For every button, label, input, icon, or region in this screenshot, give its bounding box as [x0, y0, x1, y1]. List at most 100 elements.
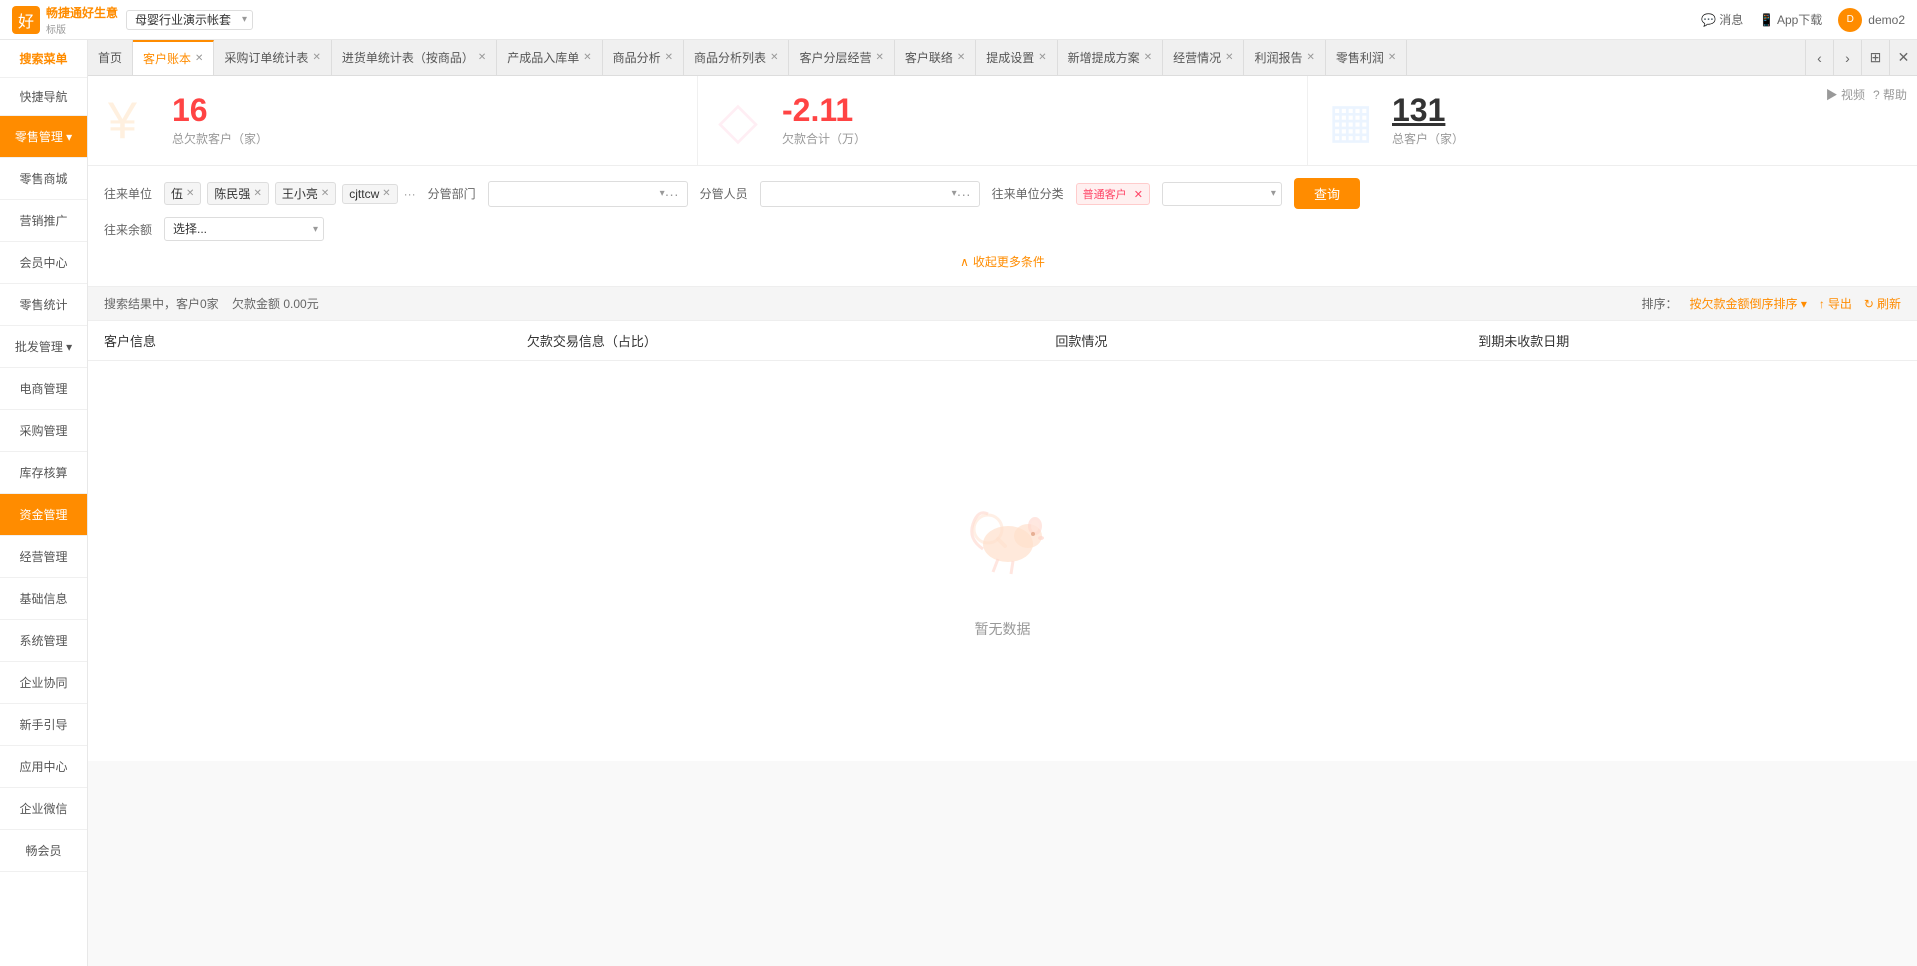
category-select[interactable] [1162, 182, 1282, 206]
sidebar-item-finance[interactable]: 资金管理 [0, 494, 87, 536]
tab-product-analysis-close[interactable]: ✕ [665, 52, 673, 63]
filter-row-1: 往来单位 伍 ✕ 陈民强 ✕ 王小亮 ✕ [104, 178, 1901, 209]
industry-selector[interactable]: 母婴行业演示帐套 [126, 10, 253, 30]
help-btn[interactable]: ? 帮助 [1873, 86, 1907, 103]
tab-product-entry[interactable]: 产成品入库单 ✕ [497, 40, 602, 76]
results-bar: 搜索结果中，客户0家 欠款金额 0.00元 排序： 按欠款金额倒序排序 ▾ ↑ … [88, 287, 1917, 321]
tab-add-promotion[interactable]: 新增提成方案 ✕ [1058, 40, 1163, 76]
sidebar-item-enterprise[interactable]: 企业协同 [0, 662, 87, 704]
tab-promotion-settings-close[interactable]: ✕ [1038, 52, 1046, 63]
tab-customer-contact-close[interactable]: ✕ [957, 52, 965, 63]
sidebar-item-app-center[interactable]: 应用中心 [0, 746, 87, 788]
tab-retail-profit[interactable]: 零售利润 ✕ [1326, 40, 1407, 76]
tab-purchase-stats-product[interactable]: 进货单统计表（按商品） ✕ [332, 40, 497, 76]
tab-purchase-order-stats-close[interactable]: ✕ [312, 52, 320, 63]
results-summary: 搜索结果中，客户0家 欠款金额 0.00元 [104, 295, 319, 312]
tab-operations-close[interactable]: ✕ [1225, 52, 1233, 63]
collapse-btn[interactable]: ∧ 收起更多条件 [104, 249, 1901, 274]
tab-customer-segment-close[interactable]: ✕ [875, 52, 883, 63]
tab-add-promotion-close[interactable]: ✕ [1144, 52, 1152, 63]
sidebar-item-marketing[interactable]: 营销推广 [0, 200, 87, 242]
filter-tag-wang-close[interactable]: ✕ [321, 188, 329, 199]
sidebar-item-member-center[interactable]: 会员中心 [0, 242, 87, 284]
tab-accounts-close[interactable]: ✕ [195, 53, 203, 64]
category-select-wrapper[interactable] [1162, 182, 1282, 206]
sidebar-item-basic-info[interactable]: 基础信息 [0, 578, 87, 620]
dept-ellipsis[interactable]: ··· [665, 186, 679, 202]
tab-home[interactable]: 首页 [88, 40, 133, 76]
video-btn[interactable]: ▶ 视频 [1826, 86, 1865, 103]
stat-total-content: 131 总客户（家） [1392, 94, 1464, 147]
top-header: 好 畅捷通好生意 标版 母婴行业演示帐套 💬 消息 📱 App下载 D demo… [0, 0, 1917, 40]
sidebar-item-wholesale-mgmt[interactable]: 批发管理 ▾ [0, 326, 87, 368]
sidebar-item-sys-mgmt[interactable]: 系统管理 [0, 620, 87, 662]
category-tag-close[interactable]: ✕ [1134, 189, 1143, 201]
data-table: 客户信息 欠款交易信息（占比） 回款情况 到期未收款日期 [88, 321, 1917, 761]
results-bar-right: 排序： 按欠款金额倒序排序 ▾ ↑ 导出 ↻ 刷新 [1642, 295, 1901, 312]
stat-debt: ◇ -2.11 欠款合计（万） [698, 76, 1308, 165]
industry-selector-wrapper[interactable]: 母婴行业演示帐套 [126, 10, 253, 30]
export-btn[interactable]: ↑ 导出 [1819, 295, 1852, 312]
remaining-label: 往来余额 [104, 221, 152, 238]
tab-next-btn[interactable]: › [1833, 40, 1861, 76]
tab-purchase-stats-product-close[interactable]: ✕ [478, 52, 486, 63]
tab-retail-profit-close[interactable]: ✕ [1388, 52, 1396, 63]
sidebar-item-vip-member[interactable]: 畅会员 [0, 830, 87, 872]
tab-promotion-settings[interactable]: 提成设置 ✕ [976, 40, 1057, 76]
tab-accounts[interactable]: 客户账本 ✕ [133, 40, 214, 76]
tab-profit-report[interactable]: 利润报告 ✕ [1244, 40, 1325, 76]
sidebar-item-ecommerce[interactable]: 电商管理 [0, 368, 87, 410]
user-area: D demo2 [1838, 8, 1905, 32]
person-ellipsis[interactable]: ··· [957, 186, 971, 202]
person-input[interactable] [769, 187, 952, 201]
tab-menu-btn[interactable]: ⊞ [1861, 40, 1889, 76]
sidebar-quicknav[interactable]: 快捷导航 [0, 78, 87, 116]
tab-profit-report-close[interactable]: ✕ [1307, 52, 1315, 63]
filter-tag-chen: 陈民强 ✕ [207, 182, 268, 205]
tab-product-analysis[interactable]: 商品分析 ✕ [603, 40, 684, 76]
username-label: demo2 [1868, 13, 1905, 27]
logo-icon: 好 [12, 6, 40, 34]
category-tag-normal: 普通客户 ✕ [1076, 183, 1150, 205]
filter-tag-wu-close[interactable]: ✕ [186, 188, 194, 199]
tab-close-all-btn[interactable]: ✕ [1889, 40, 1917, 76]
messages-btn[interactable]: 💬 消息 [1701, 11, 1743, 28]
tab-product-analysis-list[interactable]: 商品分析列表 ✕ [684, 40, 789, 76]
header-left: 好 畅捷通好生意 标版 母婴行业演示帐套 [12, 4, 253, 36]
dept-input[interactable] [497, 187, 660, 201]
sidebar-item-inventory[interactable]: 库存核算 [0, 452, 87, 494]
remaining-select-wrapper[interactable]: 选择... [164, 217, 324, 241]
filter-tag-chen-close[interactable]: ✕ [253, 188, 261, 199]
sidebar-item-retail-stats[interactable]: 零售统计 [0, 284, 87, 326]
tab-product-analysis-list-close[interactable]: ✕ [770, 52, 778, 63]
query-button[interactable]: 查询 [1294, 178, 1360, 209]
avatar: D [1838, 8, 1862, 32]
stat-help-area: ▶ 视频 ? 帮助 [1826, 86, 1907, 103]
tab-customer-contact[interactable]: 客户联络 ✕ [895, 40, 976, 76]
more-tags-btn[interactable]: ··· [404, 187, 416, 201]
tab-operations[interactable]: 经营情况 ✕ [1163, 40, 1244, 76]
sidebar-search[interactable]: 搜索菜单 [0, 40, 87, 78]
stat-total-icon: ▦ [1328, 93, 1373, 149]
empty-state: 暂无数据 [88, 361, 1917, 761]
sort-select[interactable]: 按欠款金额倒序排序 ▾ [1690, 295, 1807, 312]
refresh-btn[interactable]: ↻ 刷新 [1864, 295, 1901, 312]
tab-purchase-order-stats[interactable]: 采购订单统计表 ✕ [214, 40, 331, 76]
person-label: 分管人员 [700, 185, 748, 202]
table-header: 客户信息 欠款交易信息（占比） 回款情况 到期未收款日期 [88, 321, 1917, 361]
sidebar-item-ops-mgmt[interactable]: 经营管理 [0, 536, 87, 578]
sidebar-item-retail-mall[interactable]: 零售商城 [0, 158, 87, 200]
app-download-btn[interactable]: 📱 App下载 [1759, 11, 1822, 28]
filter-tag-cjttcw-close[interactable]: ✕ [382, 188, 390, 199]
category-tags: 普通客户 ✕ [1076, 183, 1150, 205]
tab-product-entry-close[interactable]: ✕ [583, 52, 591, 63]
sidebar-item-purchase-mgmt[interactable]: 采购管理 [0, 410, 87, 452]
sidebar-item-retail-mgmt[interactable]: 零售管理 ▾ [0, 116, 87, 158]
empty-illustration [953, 484, 1053, 584]
filter-tag-wang: 王小亮 ✕ [275, 182, 336, 205]
sidebar-item-enterprise-wechat[interactable]: 企业微信 [0, 788, 87, 830]
tab-prev-btn[interactable]: ‹ [1805, 40, 1833, 76]
tab-customer-segment[interactable]: 客户分层经营 ✕ [789, 40, 894, 76]
remaining-select[interactable]: 选择... [164, 217, 324, 241]
sidebar-item-newbie[interactable]: 新手引导 [0, 704, 87, 746]
